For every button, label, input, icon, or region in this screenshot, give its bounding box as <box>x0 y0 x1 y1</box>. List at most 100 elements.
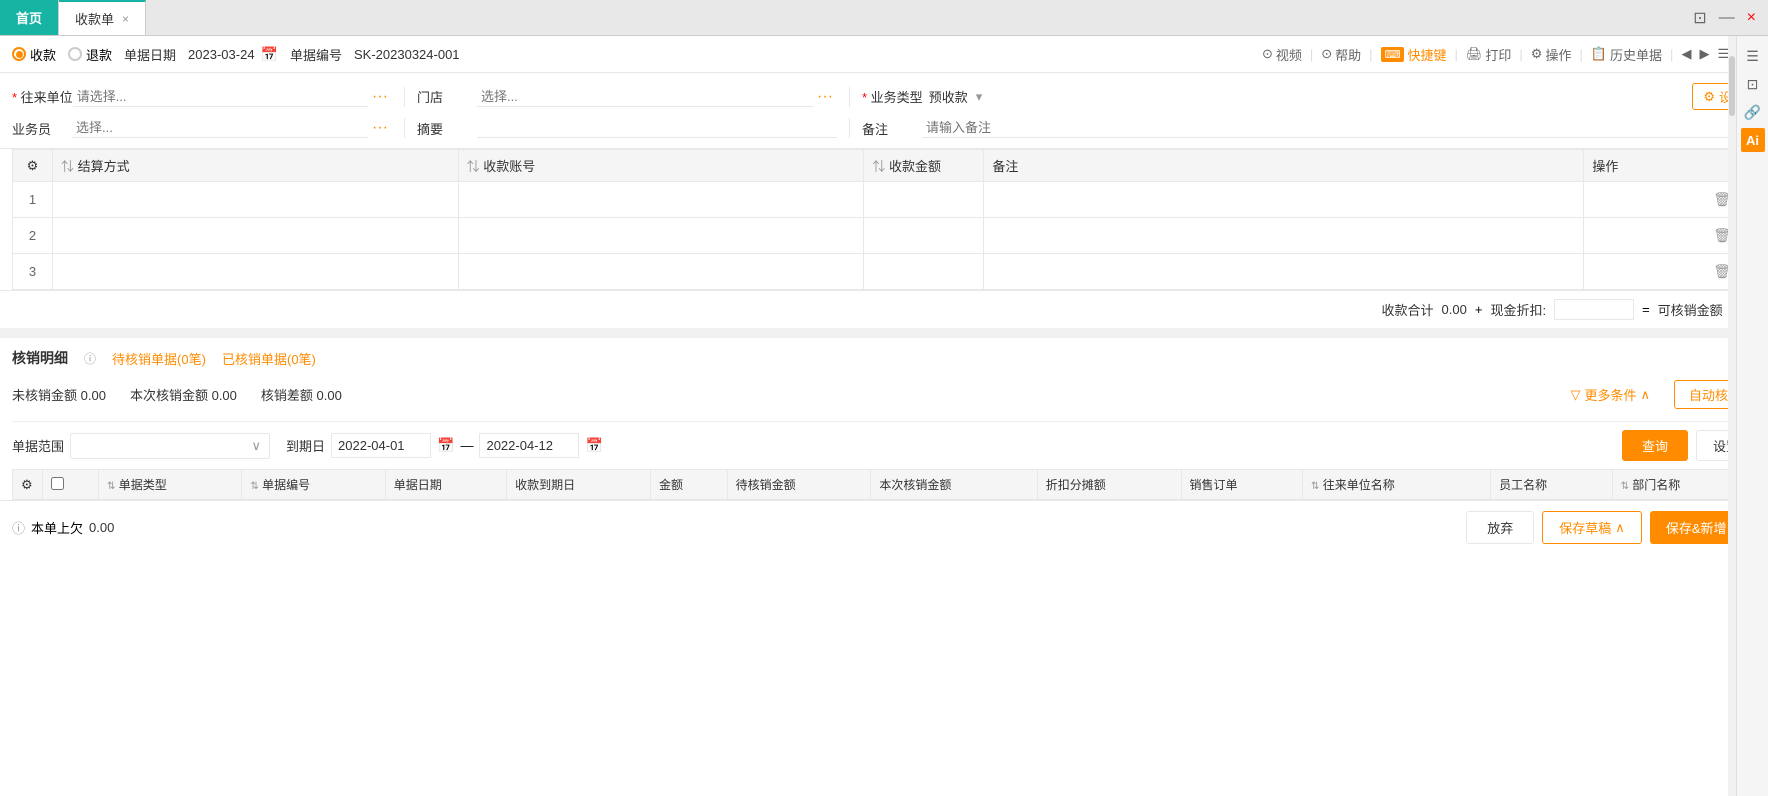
scrollbar-thumb[interactable] <box>1729 56 1735 116</box>
main-table-section: ⚙ ⇅ 结算方式 ⇅ 收款账号 ⇅ 收款金额 <box>0 149 1768 290</box>
pending-tab[interactable]: 待核销单据(0笔) <box>112 349 206 368</box>
verification-header: 核销明细 ⓘ 待核销单据(0笔) 已核销单据(0笔) <box>12 348 1756 368</box>
print-btn[interactable]: 🖨 打印 <box>1466 45 1512 64</box>
business-type-arrow-icon[interactable]: ▾ <box>976 89 983 105</box>
filter-row: 单据范围 ∨ 到期日 📅 — 📅 查询 设置 <box>12 421 1756 469</box>
radio-receipt-label: 收款 <box>30 45 56 64</box>
footer-right: 放弃 保存草稿 ∧ 保存&新增 ∧ <box>1466 511 1756 544</box>
radio-receipt-circle <box>12 47 26 61</box>
window-close-icon[interactable]: × <box>1743 7 1760 29</box>
verification-info-icon[interactable]: ⓘ <box>84 350 96 367</box>
range-filter-arrow-icon: ∨ <box>252 438 262 454</box>
sidebar-icon-3[interactable]: 🔗 <box>1741 100 1765 124</box>
date-calendar-icon[interactable]: 📅 <box>261 46 278 63</box>
select-all-checkbox[interactable] <box>51 477 64 490</box>
date-range-separator: — <box>460 438 473 453</box>
discount-label: 现金折扣: <box>1490 300 1546 319</box>
store-input[interactable] <box>477 87 813 107</box>
col-remark: 备注 <box>984 150 1584 182</box>
range-filter-select[interactable]: ∨ <box>70 433 270 459</box>
col-settlement: ⇅ 结算方式 <box>53 150 459 182</box>
window-restore-icon[interactable]: ⊡ <box>1689 6 1710 30</box>
stats-row: 未核销金额 0.00 本次核销金额 0.00 核销差额 0.00 ▽ 更多条件 … <box>12 376 1756 413</box>
sidebar-icon-1[interactable]: ☰ <box>1741 44 1765 68</box>
separator-2 <box>849 87 850 107</box>
radio-refund-circle <box>68 47 82 61</box>
footer-info-icon[interactable]: ⓘ <box>12 518 25 537</box>
discount-input[interactable] <box>1554 299 1634 320</box>
diff-stat: 核销差额 0.00 <box>261 385 342 404</box>
date-from-input[interactable] <box>331 433 431 458</box>
sidebar-icon-2[interactable]: ⊡ <box>1741 72 1765 96</box>
settlement-sort-icon: ⇅ <box>61 159 74 174</box>
range-filter-field: 单据范围 ∨ <box>12 433 270 459</box>
col-amount: ⇅ 收款金额 <box>864 150 984 182</box>
bottom-col-sales-order: 销售订单 <box>1181 470 1302 500</box>
staff-more-icon[interactable]: ··· <box>368 119 392 137</box>
tab-home-label: 首页 <box>16 8 42 27</box>
shortcut-btn[interactable]: ⌨ 快捷键 <box>1381 45 1447 64</box>
counterpart-input[interactable] <box>73 87 368 107</box>
query-button[interactable]: 查询 <box>1622 430 1688 461</box>
summary-label: 摘要 <box>417 119 477 138</box>
right-sidebar: ☰ ⊡ 🔗 Ai <box>1736 36 1768 796</box>
business-type-value: 预收款 <box>929 87 968 106</box>
scrollbar[interactable] <box>1728 36 1736 796</box>
bottom-col-amount: 金额 <box>650 470 727 500</box>
tab-receipt[interactable]: 收款单 × <box>59 0 146 35</box>
footer: ⓘ 本单上欠 0.00 放弃 保存草稿 ∧ 保存&新增 ∧ <box>0 500 1768 554</box>
radio-refund[interactable]: 退款 <box>68 45 112 64</box>
table-row: 1 🗑 ⧉ <box>13 182 1756 218</box>
form-area: 往来单位 ··· 门店 ··· 业务类型 预收款 ▾ <box>0 73 1768 149</box>
more-conditions-btn[interactable]: ▽ 更多条件 ∧ <box>1570 385 1650 404</box>
gear-bottom-icon[interactable]: ⚙ <box>21 477 33 492</box>
summary-field: 摘要 <box>417 118 837 138</box>
table-gear-header[interactable]: ⚙ <box>13 150 53 182</box>
date-to-icon[interactable]: 📅 <box>585 437 602 454</box>
date-from-icon[interactable]: 📅 <box>437 437 454 454</box>
summary-input[interactable] <box>477 118 837 138</box>
tab-receipt-close[interactable]: × <box>122 12 129 26</box>
remark-input[interactable] <box>922 118 1756 138</box>
store-label: 门店 <box>417 87 477 106</box>
save-draft-arrow-icon[interactable]: ∧ <box>1615 520 1625 536</box>
separator-1 <box>404 87 405 107</box>
table-gear-icon: ⚙ <box>27 158 39 173</box>
bottom-table: ⚙ ⇅ 单据类型 ⇅ 单据编号 单据日期 <box>12 469 1756 500</box>
num-value: SK-20230324-001 <box>354 47 460 62</box>
bottom-col-discount: 折扣分摊额 <box>1037 470 1181 500</box>
abandon-button[interactable]: 放弃 <box>1466 511 1534 544</box>
window-minimize-icon[interactable]: — <box>1715 7 1739 29</box>
nav-right-icon[interactable]: ▶ <box>1699 46 1709 62</box>
bottom-col-current: 本次核销金额 <box>871 470 1037 500</box>
verification-title: 核销明细 <box>12 348 68 368</box>
toolbar-num-field: 单据编号 SK-20230324-001 <box>290 45 460 64</box>
tab-home[interactable]: 首页 <box>0 0 59 35</box>
done-tab[interactable]: 已核销单据(0笔) <box>222 349 316 368</box>
staff-label: 业务员 <box>12 119 72 138</box>
operation-icon: ⚙ <box>1531 46 1543 62</box>
date-to-input[interactable] <box>479 433 579 458</box>
operation-btn[interactable]: ⚙ 操作 <box>1531 45 1572 64</box>
counterpart-more-icon[interactable]: ··· <box>368 88 392 106</box>
toolbar: 收款 退款 单据日期 2023-03-24 📅 单据编号 SK-20230324… <box>0 36 1768 73</box>
receipt-type-radio-group: 收款 退款 <box>12 45 112 64</box>
store-more-icon[interactable]: ··· <box>813 88 837 106</box>
video-btn[interactable]: ⊙ 视频 <box>1262 45 1302 64</box>
main-table: ⚙ ⇅ 结算方式 ⇅ 收款账号 ⇅ 收款金额 <box>12 149 1756 290</box>
staff-input[interactable] <box>72 118 368 138</box>
save-draft-button[interactable]: 保存草稿 ∧ <box>1542 511 1642 544</box>
help-btn[interactable]: ⊙ 帮助 <box>1321 45 1361 64</box>
counterpart-label: 往来单位 <box>12 87 73 106</box>
nav-left-icon[interactable]: ◀ <box>1681 46 1691 62</box>
radio-receipt[interactable]: 收款 <box>12 45 56 64</box>
total-value: 0.00 <box>1442 302 1467 317</box>
video-icon: ⊙ <box>1262 46 1273 62</box>
date-label: 单据日期 <box>124 45 176 64</box>
separator-3 <box>404 118 405 138</box>
sidebar-icon-ai[interactable]: Ai <box>1741 128 1765 152</box>
equals-sign: = <box>1642 302 1650 317</box>
due-date-filter: 到期日 📅 — 📅 <box>286 433 603 458</box>
toolbar-right: ⊙ 视频 | ⊙ 帮助 | ⌨ 快捷键 | 🖨 打印 | <box>1262 44 1756 64</box>
history-btn[interactable]: 📋 历史单据 <box>1591 45 1662 64</box>
